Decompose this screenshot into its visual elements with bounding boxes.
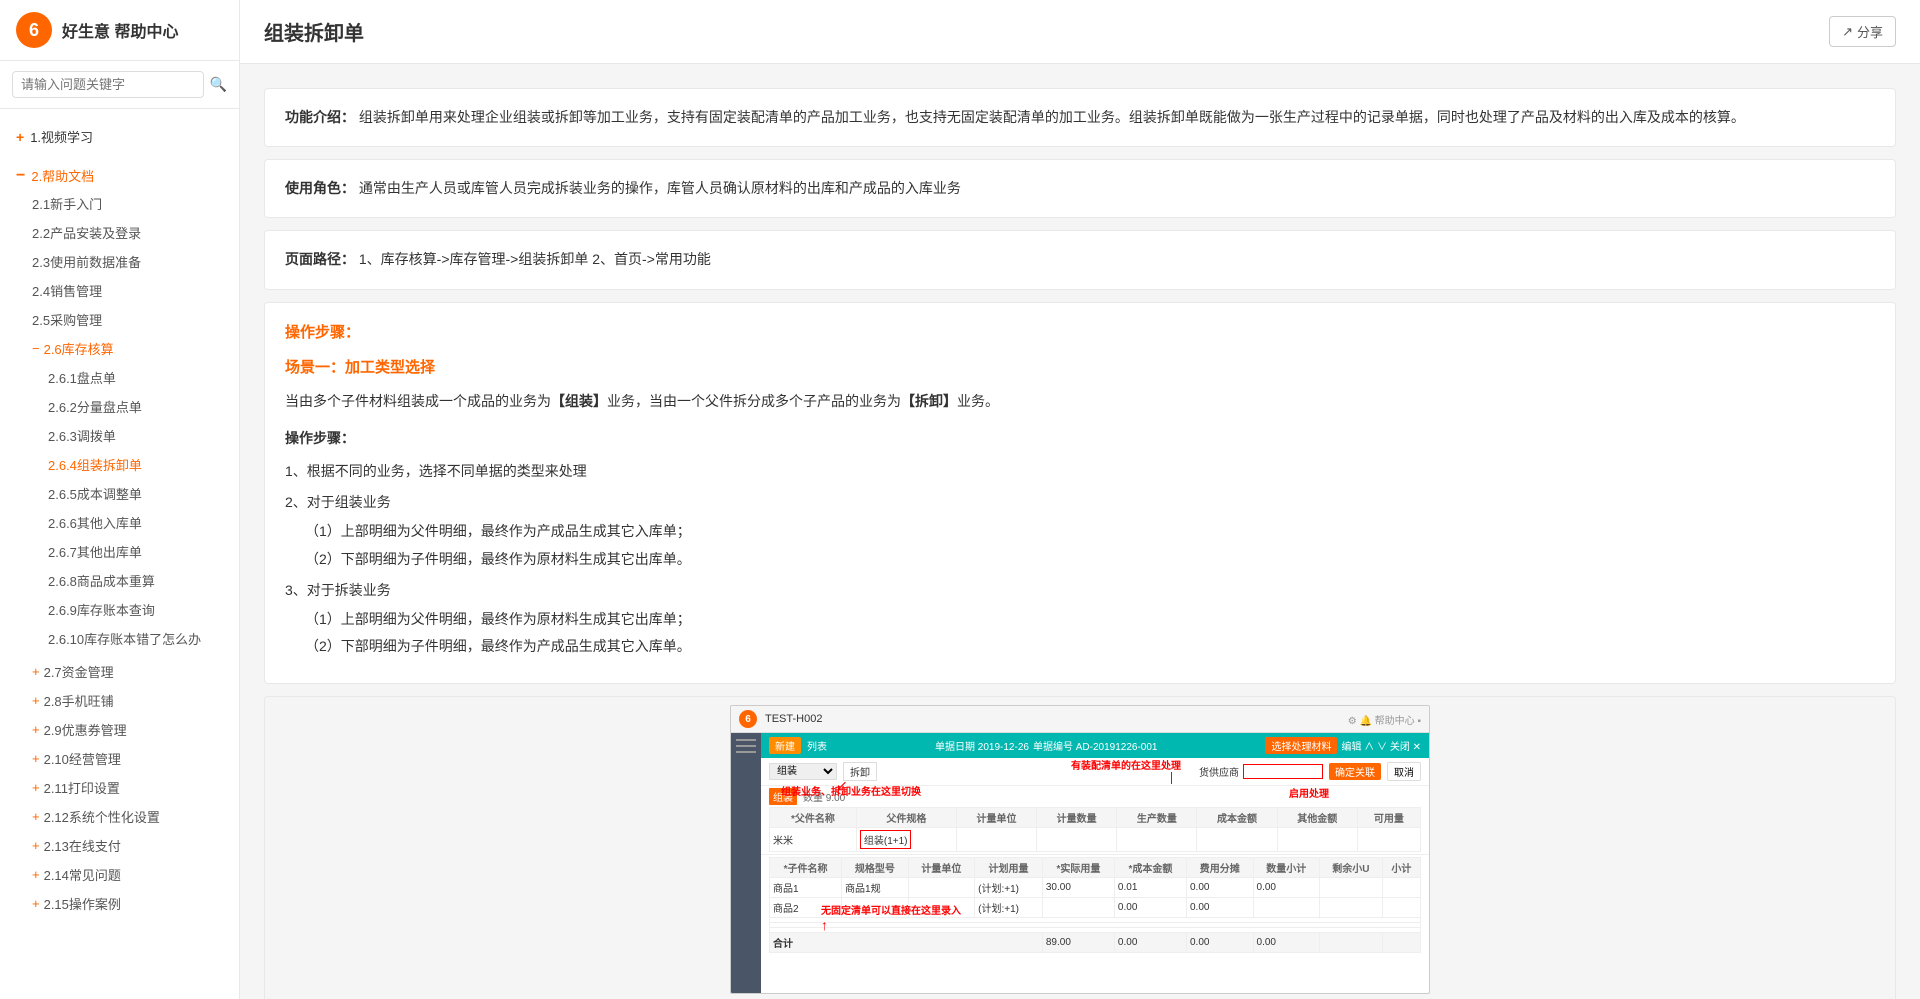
sidebar-item-beginner[interactable]: 2.1新手入门 [32, 189, 223, 218]
mock-field-label: 货供应商 [1199, 764, 1239, 779]
step3-sub1: （1）上部明细为父件明细，最终作为原材料生成其它出库单； [285, 607, 1875, 632]
sidebar-item-faq[interactable]: +2.14常见问题 [32, 860, 223, 889]
sidebar-item-videos[interactable]: + 1.视频学习 [16, 123, 223, 150]
steps-inner-label: 操作步骤： [285, 426, 1875, 451]
mock-btn-save: 选择处理材料 [1265, 737, 1337, 754]
mock-nav-btns: 编辑 ∧ ∨ 关闭 ✕ [1341, 738, 1421, 753]
search-button[interactable]: 🔍 [210, 76, 227, 93]
annotation-5: 无固定清单可以直接在这里录入 ↑ [821, 902, 961, 933]
step2: 2、对于组装业务 [285, 490, 1875, 515]
mock-tab-list: 列表 [807, 738, 827, 753]
mock-form-date: 单据日期 2019-12-26 [935, 738, 1029, 753]
role-text: 通常由生产人员或库管人员完成拆装业务的操作，库管人员确认原材料的出库和产成品的入… [359, 180, 961, 196]
sidebar-item-other-out[interactable]: 2.6.7其他出库单 [48, 537, 223, 566]
app-title: 好生意 帮助中心 [62, 18, 178, 42]
sidebar-item-cost-adjust[interactable]: 2.6.5成本调整单 [48, 479, 223, 508]
step3-sub2: （2）下部明细为子件明细，最终作为产成品生成其它入库单。 [285, 634, 1875, 659]
annotation-3-arrow: ↙ [836, 777, 848, 794]
share-label: 分享 [1857, 22, 1883, 41]
mock-form-no: 单据编号 AD-20191226-001 [1033, 738, 1158, 753]
sidebar-item-stock-query[interactable]: 2.6.9库存账本查询 [48, 595, 223, 624]
role-label: 使用角色： [285, 180, 355, 196]
sidebar-item-transfer[interactable]: 2.6.3调拨单 [48, 421, 223, 450]
sidebar-item-coupon[interactable]: +2.9优惠券管理 [32, 715, 223, 744]
steps-main-label: 操作步骤： [285, 319, 1875, 346]
sidebar-item-finance[interactable]: +2.7资金管理 [32, 657, 223, 686]
collapse-icon: − [16, 167, 25, 185]
nav-section-1: + 1.视频学习 [0, 117, 239, 156]
sidebar-item-cost-recalc[interactable]: 2.6.8商品成本重算 [48, 566, 223, 595]
sidebar: 6 好生意 帮助中心 🔍 + 1.视频学习 − 2.帮助文档 2.1新手入门 2… [0, 0, 240, 999]
annotation-1: 有装配清单的在这里处理 [1071, 757, 1181, 784]
sidebar-item-stock-fix[interactable]: 2.6.10库存账本错了怎么办 [48, 624, 223, 653]
mock-supplier-input[interactable] [1243, 764, 1323, 779]
nav-sub-list-docs: 2.1新手入门 2.2产品安装及登录 2.3使用前数据准备 2.4销售管理 2.… [16, 189, 223, 918]
sidebar-item-label: 2.帮助文档 [31, 166, 94, 185]
app-logo: 6 [16, 12, 52, 48]
sidebar-item-stocktake[interactable]: 2.6.1盘点单 [48, 363, 223, 392]
scene1-label: 场景一：加工类型选择 [285, 354, 1875, 381]
step2-sub2: （2）下部明细为子件明细，最终作为原材料生成其它出库单。 [285, 547, 1875, 572]
path-block: 页面路径： 1、库存核算->库存管理->组装拆卸单 2、首页->常用功能 [264, 230, 1896, 289]
share-icon: ↗ [1842, 24, 1853, 40]
sidebar-item-inventory-label: 2.6库存核算 [44, 339, 114, 358]
sidebar-item-data-prep[interactable]: 2.3使用前数据准备 [32, 247, 223, 276]
step2-sub1: （1）上部明细为父件明细，最终作为产成品生成其它入库单； [285, 519, 1875, 544]
func-intro-text: 组装拆卸单用来处理企业组装或拆卸等加工业务，支持有固定装配清单的产品加工业务，也… [359, 109, 1745, 125]
role-block: 使用角色： 通常由生产人员或库管人员完成拆装业务的操作，库管人员确认原材料的出库… [264, 159, 1896, 218]
steps-block: 操作步骤： 场景一：加工类型选择 当由多个子件材料组装成一个成品的业务为【组装】… [264, 302, 1896, 685]
path-text: 1、库存核算->库存管理->组装拆卸单 2、首页->常用功能 [359, 251, 711, 267]
annotation-4: 启用处理 [1289, 785, 1329, 800]
sidebar-item-docs[interactable]: − 2.帮助文档 [16, 162, 223, 189]
mock-nav-icons: ⚙ 🔔 帮助中心 ▪ [1348, 712, 1421, 727]
nav-list: + 1.视频学习 − 2.帮助文档 2.1新手入门 2.2产品安装及登录 2.3… [0, 109, 239, 999]
mock-type-select[interactable]: 加工类型 组装 拆卸 [769, 763, 837, 780]
screenshot-container: 6 TEST-H002 ⚙ 🔔 帮助中心 ▪ [264, 696, 1896, 999]
sidebar-item-ops[interactable]: +2.10经营管理 [32, 744, 223, 773]
scene1-desc: 当由多个子件材料组装成一个成品的业务为【组装】业务，当由一个父件拆分成多个子产品… [285, 389, 1875, 414]
sidebar-item-settings[interactable]: +2.12系统个性化设置 [32, 802, 223, 831]
sidebar-item-inventory[interactable]: − 2.6库存核算 [32, 334, 223, 363]
search-box[interactable]: 🔍 [0, 61, 239, 109]
sidebar-header: 6 好生意 帮助中心 [0, 0, 239, 61]
sidebar-item-label: 1.视频学习 [30, 127, 93, 146]
mock-highlighted-cell: 组装(1+1) [860, 830, 912, 849]
sidebar-item-print[interactable]: +2.11打印设置 [32, 773, 223, 802]
search-input[interactable] [12, 71, 204, 98]
annotation-3: 组装业务、拆卸业务在这里切换 [781, 783, 921, 798]
mock-topbar-id: TEST-H002 [765, 713, 822, 725]
sidebar-item-assembly[interactable]: 2.6.4组装拆卸单 [48, 450, 223, 479]
sidebar-item-install[interactable]: 2.2产品安装及登录 [32, 218, 223, 247]
step1: 1、根据不同的业务，选择不同单据的类型来处理 [285, 459, 1875, 484]
content-area: 功能介绍： 组装拆卸单用来处理企业组装或拆卸等加工业务，支持有固定装配清单的产品… [240, 64, 1920, 999]
nav-sub-list-inventory: 2.6.1盘点单 2.6.2分量盘点单 2.6.3调拨单 2.6.4组装拆卸单 … [32, 363, 223, 653]
page-title: 组装拆卸单 [264, 17, 364, 46]
path-label: 页面路径： [285, 251, 355, 267]
func-intro-label: 功能介绍： [285, 109, 355, 125]
mock-type-display: 拆卸 [843, 762, 877, 781]
mock-logo: 6 [739, 710, 757, 728]
main-content: 组装拆卸单 ↗ 分享 功能介绍： 组装拆卸单用来处理企业组装或拆卸等加工业务，支… [240, 0, 1920, 999]
nav-section-2: − 2.帮助文档 2.1新手入门 2.2产品安装及登录 2.3使用前数据准备 2… [0, 156, 239, 924]
mock-cancel-btn[interactable]: 取消 [1387, 762, 1421, 781]
func-intro-block: 功能介绍： 组装拆卸单用来处理企业组装或拆卸等加工业务，支持有固定装配清单的产品… [264, 88, 1896, 147]
expand-icon: + [16, 129, 24, 145]
sidebar-item-partial-stocktake[interactable]: 2.6.2分量盘点单 [48, 392, 223, 421]
step3: 3、对于拆装业务 [285, 578, 1875, 603]
sidebar-item-sales[interactable]: 2.4销售管理 [32, 276, 223, 305]
sidebar-item-payment[interactable]: +2.13在线支付 [32, 831, 223, 860]
mock-tab-new: 新建 [769, 737, 801, 754]
mock-confirm-btn[interactable]: 确定关联 [1329, 763, 1381, 780]
collapse-sub-icon: − [32, 341, 40, 356]
sidebar-item-purchase[interactable]: 2.5采购管理 [32, 305, 223, 334]
sidebar-item-other-in[interactable]: 2.6.6其他入库单 [48, 508, 223, 537]
mock-sidebar [731, 733, 761, 993]
share-button[interactable]: ↗ 分享 [1829, 16, 1896, 47]
main-header: 组装拆卸单 ↗ 分享 [240, 0, 1920, 64]
parent-table: *父件名称 父件规格 计量单位 计量数量 生产数量 成本金额 其他金额 可用量 [769, 807, 1421, 852]
sidebar-item-mobile[interactable]: +2.8手机旺铺 [32, 686, 223, 715]
sidebar-item-cases[interactable]: +2.15操作案例 [32, 889, 223, 918]
